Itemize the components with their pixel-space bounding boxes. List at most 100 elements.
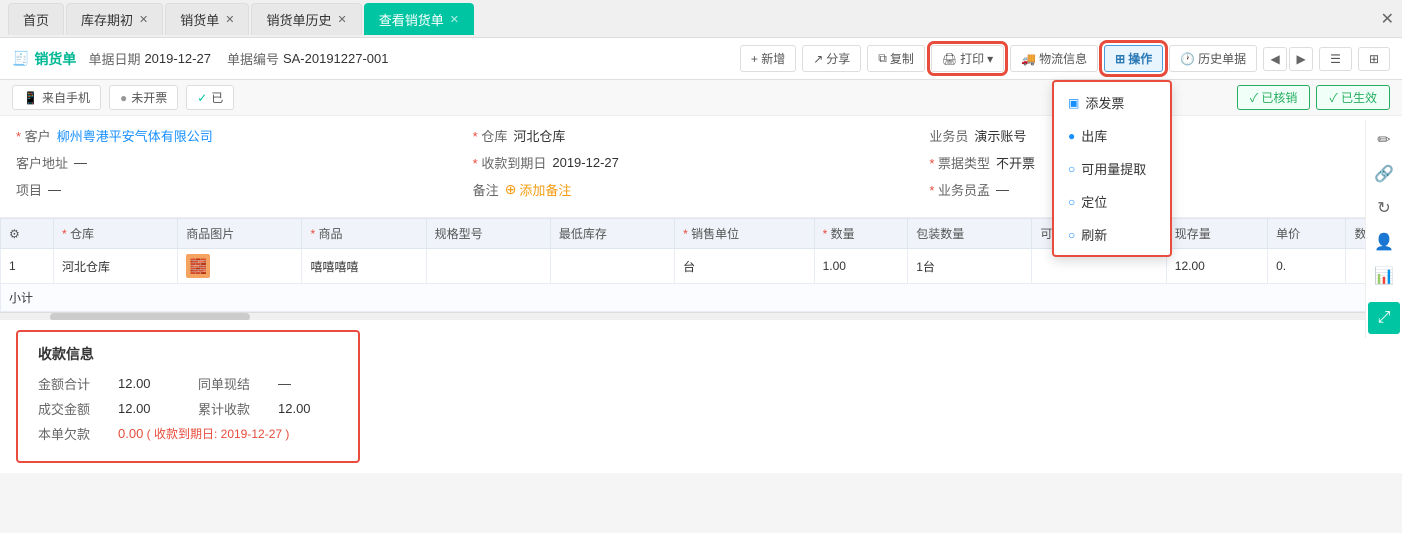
history-icon: 🕐 — [1180, 52, 1195, 66]
row-pack-qty: 1台 — [908, 249, 1032, 284]
outbound-label: 出库 — [1081, 126, 1107, 145]
address-value: — — [74, 155, 87, 170]
new-button[interactable]: + 新增 — [740, 45, 796, 72]
product-image: 🧱 — [186, 254, 210, 278]
col-spec: 规格型号 — [426, 219, 550, 249]
doc-date-label: 单据日期 — [88, 49, 140, 68]
effective-label: 已生效 — [1341, 91, 1377, 105]
col-unit-price: 单价 — [1268, 219, 1346, 249]
col-current-qty: 现存量 — [1166, 219, 1267, 249]
table-row: 1 河北仓库 🧱 嘻嘻嘻嘻 台 1.00 1台 12.00 0. — [1, 249, 1402, 284]
tab-view-sales[interactable]: 查看销货单 ✕ — [364, 3, 474, 35]
not-open-icon: ● — [120, 91, 127, 105]
gear-icon: ⚙ — [9, 227, 20, 241]
operate-button[interactable]: ⊞ 操作 — [1104, 45, 1163, 72]
print-label: 打印 — [960, 50, 984, 67]
effective-icon: ✓ — [1329, 91, 1337, 105]
history-label: 历史单据 — [1198, 50, 1246, 67]
from-phone-label: 来自手机 — [42, 89, 90, 106]
table-wrapper[interactable]: ⚙ * 仓库 商品图片 * 商品 规格型号 最低库存 * 销售单位 * 数量 包… — [0, 218, 1402, 312]
subtotal-label: 小计 — [1, 284, 1402, 312]
doc-meta: 单据日期 2019-12-27 单据编号 SA-20191227-001 — [88, 49, 388, 68]
tab-inventory-close[interactable]: ✕ — [139, 13, 148, 26]
dropdown-menu: ▣ 添发票 ● 出库 ○ 可用量提取 ○ 定位 ○ 刷新 — [1052, 80, 1172, 257]
window-close[interactable]: ✕ — [1381, 9, 1394, 29]
sidebar-rotate-icon[interactable]: ↻ — [1368, 192, 1400, 224]
canceled-button[interactable]: ✓ 已核销 — [1237, 85, 1311, 110]
tab-sales[interactable]: 销货单 ✕ — [165, 3, 249, 35]
grid-view-button[interactable]: ⊞ — [1358, 47, 1390, 71]
refresh-icon: ○ — [1068, 228, 1075, 242]
sidebar-edit-icon[interactable]: ✏ — [1368, 124, 1400, 156]
tab-home-label: 首页 — [23, 10, 49, 29]
tab-inventory[interactable]: 库存期初 ✕ — [66, 3, 163, 35]
sidebar-chart-icon[interactable]: 📊 — [1368, 260, 1400, 292]
biz-staff-value: — — [996, 182, 1009, 197]
due-date-field: 收款到期日 2019-12-27 — [473, 153, 930, 172]
copy-button[interactable]: ⧉ 复制 — [867, 45, 925, 72]
tab-sales-label: 销货单 — [180, 10, 219, 29]
prev-arrow[interactable]: ◀ — [1263, 47, 1287, 71]
confirm-button[interactable]: ✓ 已 — [186, 85, 234, 110]
dropdown-outbound[interactable]: ● 出库 — [1054, 119, 1170, 152]
print-arrow: ▾ — [987, 52, 993, 66]
dropdown-available-extract[interactable]: ○ 可用量提取 — [1054, 152, 1170, 185]
form-row-1: 客户 柳州粤港平安气体有限公司 仓库 河北仓库 业务员 演示账号 — [16, 126, 1386, 145]
payment-row-1: 金额合计 12.00 同单现结 — — [38, 374, 338, 393]
dropdown-locate[interactable]: ○ 定位 — [1054, 185, 1170, 218]
tab-history[interactable]: 销货单历史 ✕ — [251, 3, 361, 35]
payment-info: 收款信息 金额合计 12.00 同单现结 — 成交金额 12.00 累计收款 1… — [16, 330, 360, 463]
list-view-button[interactable]: ☰ — [1319, 47, 1352, 71]
doc-icon: 🧾 — [12, 50, 29, 67]
customer-field: 客户 柳州粤港平安气体有限公司 — [16, 126, 473, 145]
add-note-button[interactable]: ⊕ 添加备注 — [505, 180, 572, 199]
project-value: — — [48, 182, 61, 197]
logistics-label: 物流信息 — [1039, 50, 1087, 67]
from-phone-button[interactable]: 📱 来自手机 — [12, 85, 101, 110]
tab-bar: 首页 库存期初 ✕ 销货单 ✕ 销货单历史 ✕ 查看销货单 ✕ ✕ — [0, 0, 1402, 38]
doc-no-field: 单据编号 SA-20191227-001 — [227, 49, 389, 68]
next-arrow[interactable]: ▶ — [1289, 47, 1313, 71]
confirm-icon: ✓ — [197, 91, 207, 105]
action-bar-right: ✓ 已核销 ✓ 已生效 — [1237, 85, 1390, 110]
bottom-section: 收款信息 金额合计 12.00 同单现结 — 成交金额 12.00 累计收款 1… — [0, 320, 1402, 473]
history-button[interactable]: 🕐 历史单据 — [1169, 45, 1257, 72]
due-date-value: 2019-12-27 — [552, 155, 619, 170]
sidebar-link-icon[interactable]: 🔗 — [1368, 158, 1400, 190]
sidebar-user-icon[interactable]: 👤 — [1368, 226, 1400, 258]
col-gear[interactable]: ⚙ — [1, 219, 54, 249]
col-qty: * 数量 — [814, 219, 908, 249]
col-pack-qty: 包装数量 — [908, 219, 1032, 249]
payment-row-2: 成交金额 12.00 累计收款 12.00 — [38, 399, 338, 418]
table-header-row: ⚙ * 仓库 商品图片 * 商品 规格型号 最低库存 * 销售单位 * 数量 包… — [1, 219, 1402, 249]
canceled-icon: ✓ — [1250, 91, 1258, 105]
row-unit-price: 0. — [1268, 249, 1346, 284]
tab-history-label: 销货单历史 — [266, 10, 331, 29]
col-min-stock: 最低库存 — [550, 219, 674, 249]
customer-value[interactable]: 柳州粤港平安气体有限公司 — [57, 126, 213, 145]
amount-total-value: 12.00 — [118, 376, 178, 391]
tab-history-close[interactable]: ✕ — [338, 13, 347, 26]
tab-view-sales-close[interactable]: ✕ — [450, 13, 459, 26]
sidebar-expand-icon[interactable]: ⤢ — [1368, 302, 1400, 334]
not-open-button[interactable]: ● 未开票 — [109, 85, 178, 110]
dropdown-refresh[interactable]: ○ 刷新 — [1054, 218, 1170, 251]
effective-button[interactable]: ✓ 已生效 — [1316, 85, 1390, 110]
new-label: + 新增 — [751, 50, 785, 67]
note-label: 备注 — [473, 180, 499, 199]
add-invoice-label: 添发票 — [1085, 93, 1124, 112]
row-qty: 1.00 — [814, 249, 908, 284]
row-min-stock — [550, 249, 674, 284]
dropdown-add-invoice[interactable]: ▣ 添发票 — [1054, 86, 1170, 119]
horizontal-scrollbar[interactable] — [0, 312, 1402, 320]
ticket-type-value: 不开票 — [996, 153, 1035, 172]
settlement-value: — — [278, 376, 338, 391]
logistics-button[interactable]: 🚚 物流信息 — [1010, 45, 1098, 72]
due-note: ( 收款到期日: 2019-12-27 ) — [143, 425, 289, 442]
print-button[interactable]: 🖨 打印 ▾ — [931, 45, 1004, 72]
right-sidebar: ✏ 🔗 ↻ 👤 📊 ⤢ — [1365, 120, 1402, 338]
share-button[interactable]: ↗ 分享 — [802, 45, 861, 72]
staff-value: 演示账号 — [974, 126, 1026, 145]
tab-home[interactable]: 首页 — [8, 3, 64, 35]
tab-sales-close[interactable]: ✕ — [225, 13, 234, 26]
